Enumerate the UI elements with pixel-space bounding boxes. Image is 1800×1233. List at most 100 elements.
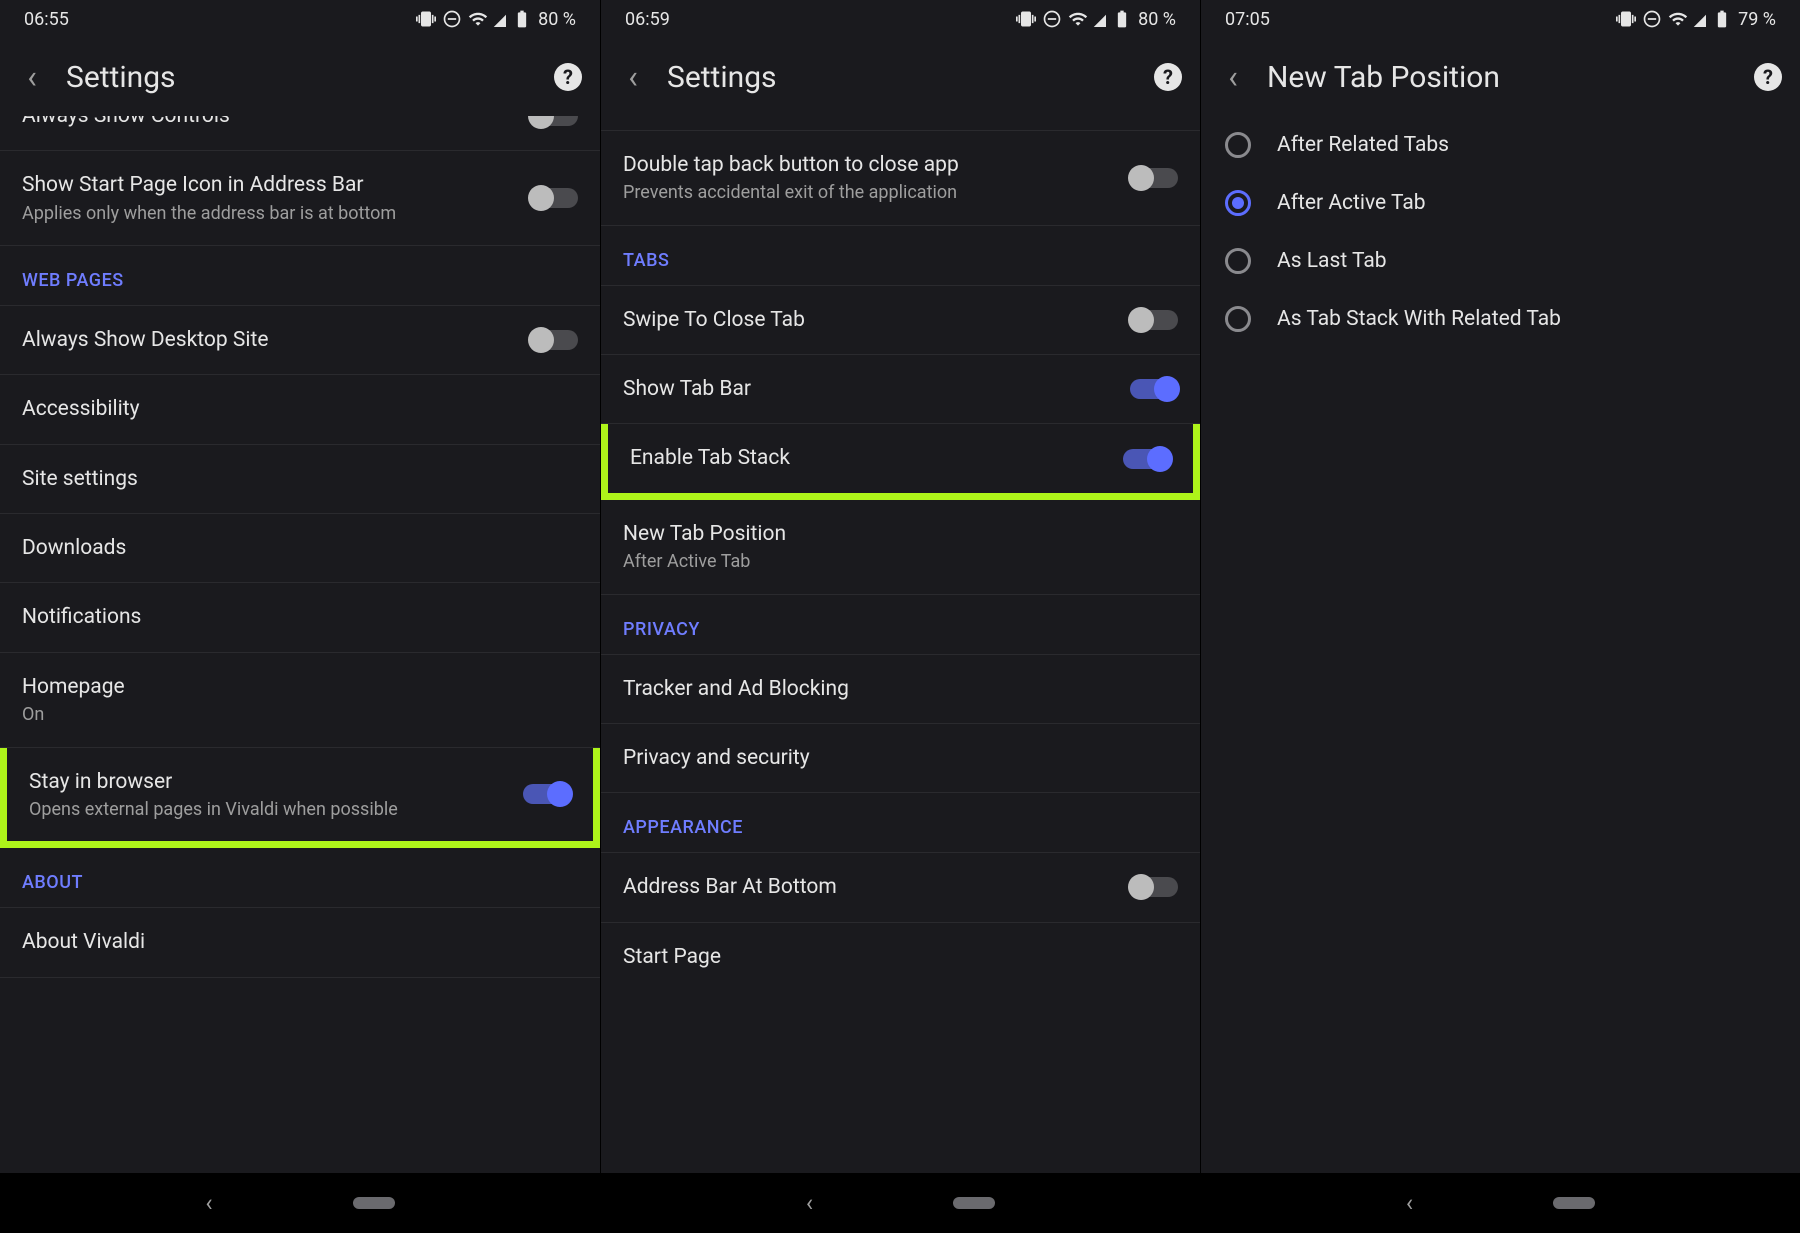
- radio-as-last-tab[interactable]: As Last Tab: [1201, 232, 1800, 290]
- row-enable-tab-stack[interactable]: Enable Tab Stack: [601, 424, 1200, 499]
- page-title: Settings: [66, 60, 534, 95]
- toggle-show-tab-bar[interactable]: [1130, 379, 1178, 399]
- settings-list: Always Show Controls Show Start Page Ico…: [0, 116, 600, 1173]
- help-icon[interactable]: ?: [1154, 63, 1182, 91]
- wifi-icon: [1068, 9, 1088, 29]
- page-title: Settings: [667, 60, 1134, 95]
- battery-percent: 79 %: [1738, 9, 1776, 30]
- row-address-bar-bottom[interactable]: Address Bar At Bottom: [601, 852, 1200, 922]
- vibrate-icon: [416, 9, 436, 29]
- toggle-enable-tab-stack[interactable]: [1123, 449, 1171, 469]
- radio-icon: [1225, 306, 1251, 332]
- label: Start Page: [623, 943, 1178, 971]
- label: Address Bar At Bottom: [623, 873, 1114, 901]
- header: ‹ Settings ?: [0, 38, 600, 116]
- radio-label: After Active Tab: [1277, 191, 1426, 215]
- label: Swipe To Close Tab: [623, 306, 1114, 334]
- label: About Vivaldi: [22, 928, 578, 956]
- help-icon[interactable]: ?: [1754, 63, 1782, 91]
- screen-3-new-tab-position: 07:05 ◢ 79 % ‹ New Tab Position ? After …: [1200, 0, 1800, 1233]
- label: Always Show Desktop Site: [22, 326, 514, 354]
- label: New Tab Position: [623, 520, 1178, 548]
- label: Stay in browser: [29, 768, 507, 796]
- toggle-always-show-controls[interactable]: [530, 116, 578, 126]
- row-homepage[interactable]: Homepage On: [0, 653, 600, 748]
- row-about-vivaldi[interactable]: About Vivaldi: [0, 907, 600, 977]
- row-accessibility[interactable]: Accessibility: [0, 375, 600, 444]
- sublabel: Applies only when the address bar is at …: [22, 202, 514, 225]
- wifi-icon: [1668, 9, 1688, 29]
- status-time: 06:59: [625, 9, 670, 30]
- row-desktop-site[interactable]: Always Show Desktop Site: [0, 305, 600, 375]
- nav-home-pill[interactable]: [953, 1197, 995, 1209]
- row-privacy-security[interactable]: Privacy and security: [601, 724, 1200, 793]
- label: Homepage: [22, 673, 578, 701]
- row-tracker-ad-blocking[interactable]: Tracker and Ad Blocking: [601, 654, 1200, 724]
- battery-icon: [1112, 9, 1132, 29]
- toggle-double-tap-back[interactable]: [1130, 168, 1178, 188]
- nav-back-button[interactable]: ‹: [205, 1189, 212, 1217]
- row-new-tab-position[interactable]: New Tab Position After Active Tab: [601, 500, 1200, 595]
- signal-icon: ◢: [1094, 10, 1106, 29]
- nav-home-pill[interactable]: [1553, 1197, 1595, 1209]
- label: Double tap back button to close app: [623, 151, 1114, 179]
- signal-icon: ◢: [494, 10, 506, 29]
- sublabel: Opens external pages in Vivaldi when pos…: [29, 798, 507, 821]
- row-stay-in-browser[interactable]: Stay in browser Opens external pages in …: [0, 748, 600, 849]
- radio-after-related-tabs[interactable]: After Related Tabs: [1201, 116, 1800, 174]
- section-about: ABOUT: [0, 848, 600, 907]
- screen-2-settings: 06:59 ◢ 80 % ‹ Settings ? Double tap bac…: [600, 0, 1200, 1233]
- section-privacy: PRIVACY: [601, 595, 1200, 654]
- help-icon[interactable]: ?: [554, 63, 582, 91]
- battery-icon: [512, 9, 532, 29]
- sublabel: Prevents accidental exit of the applicat…: [623, 181, 1114, 204]
- row-start-page[interactable]: Start Page: [601, 923, 1200, 991]
- radio-list: After Related Tabs After Active Tab As L…: [1201, 116, 1800, 1173]
- nav-home-pill[interactable]: [353, 1197, 395, 1209]
- row-start-page-icon[interactable]: Show Start Page Icon in Address Bar Appl…: [0, 151, 600, 246]
- sublabel: After Active Tab: [623, 550, 1178, 573]
- radio-icon: [1225, 248, 1251, 274]
- status-bar: 06:59 ◢ 80 %: [601, 0, 1200, 38]
- battery-icon: [1712, 9, 1732, 29]
- status-time: 07:05: [1225, 9, 1270, 30]
- status-bar: 07:05 ◢ 79 %: [1201, 0, 1800, 38]
- radio-after-active-tab[interactable]: After Active Tab: [1201, 174, 1800, 232]
- label: Site settings: [22, 465, 578, 493]
- radio-label: After Related Tabs: [1277, 133, 1449, 157]
- toggle-desktop-site[interactable]: [530, 330, 578, 350]
- label: Notifications: [22, 603, 578, 631]
- row-site-settings[interactable]: Site settings: [0, 445, 600, 514]
- radio-icon: [1225, 132, 1251, 158]
- dnd-icon: [442, 9, 462, 29]
- row-downloads[interactable]: Downloads: [0, 514, 600, 583]
- back-button[interactable]: ‹: [619, 63, 647, 91]
- nav-back-button[interactable]: ‹: [1406, 1189, 1413, 1217]
- vibrate-icon: [1016, 9, 1036, 29]
- toggle-swipe-close-tab[interactable]: [1130, 310, 1178, 330]
- label: Downloads: [22, 534, 578, 562]
- radio-label: As Tab Stack With Related Tab: [1277, 307, 1561, 331]
- status-bar: 06:55 ◢ 80 %: [0, 0, 600, 38]
- row-show-tab-bar[interactable]: Show Tab Bar: [601, 355, 1200, 424]
- signal-icon: ◢: [1694, 10, 1706, 29]
- dnd-icon: [1042, 9, 1062, 29]
- nav-back-button[interactable]: ‹: [806, 1189, 813, 1217]
- row-double-tap-back[interactable]: Double tap back button to close app Prev…: [601, 130, 1200, 226]
- section-appearance: APPEARANCE: [601, 793, 1200, 852]
- nav-bar: ‹: [1201, 1173, 1800, 1233]
- label: Show Start Page Icon in Address Bar: [22, 171, 514, 199]
- toggle-stay-in-browser[interactable]: [523, 784, 571, 804]
- radio-as-tab-stack-related[interactable]: As Tab Stack With Related Tab: [1201, 290, 1800, 348]
- row-always-show-controls[interactable]: Always Show Controls: [0, 116, 600, 151]
- dnd-icon: [1642, 9, 1662, 29]
- toggle-address-bar-bottom[interactable]: [1130, 877, 1178, 897]
- vibrate-icon: [1616, 9, 1636, 29]
- label: Show Tab Bar: [623, 375, 1114, 403]
- row-swipe-close-tab[interactable]: Swipe To Close Tab: [601, 285, 1200, 355]
- back-button[interactable]: ‹: [18, 63, 46, 91]
- back-button[interactable]: ‹: [1219, 63, 1247, 91]
- settings-list: Double tap back button to close app Prev…: [601, 116, 1200, 1173]
- row-notifications[interactable]: Notifications: [0, 583, 600, 652]
- toggle-start-page-icon[interactable]: [530, 188, 578, 208]
